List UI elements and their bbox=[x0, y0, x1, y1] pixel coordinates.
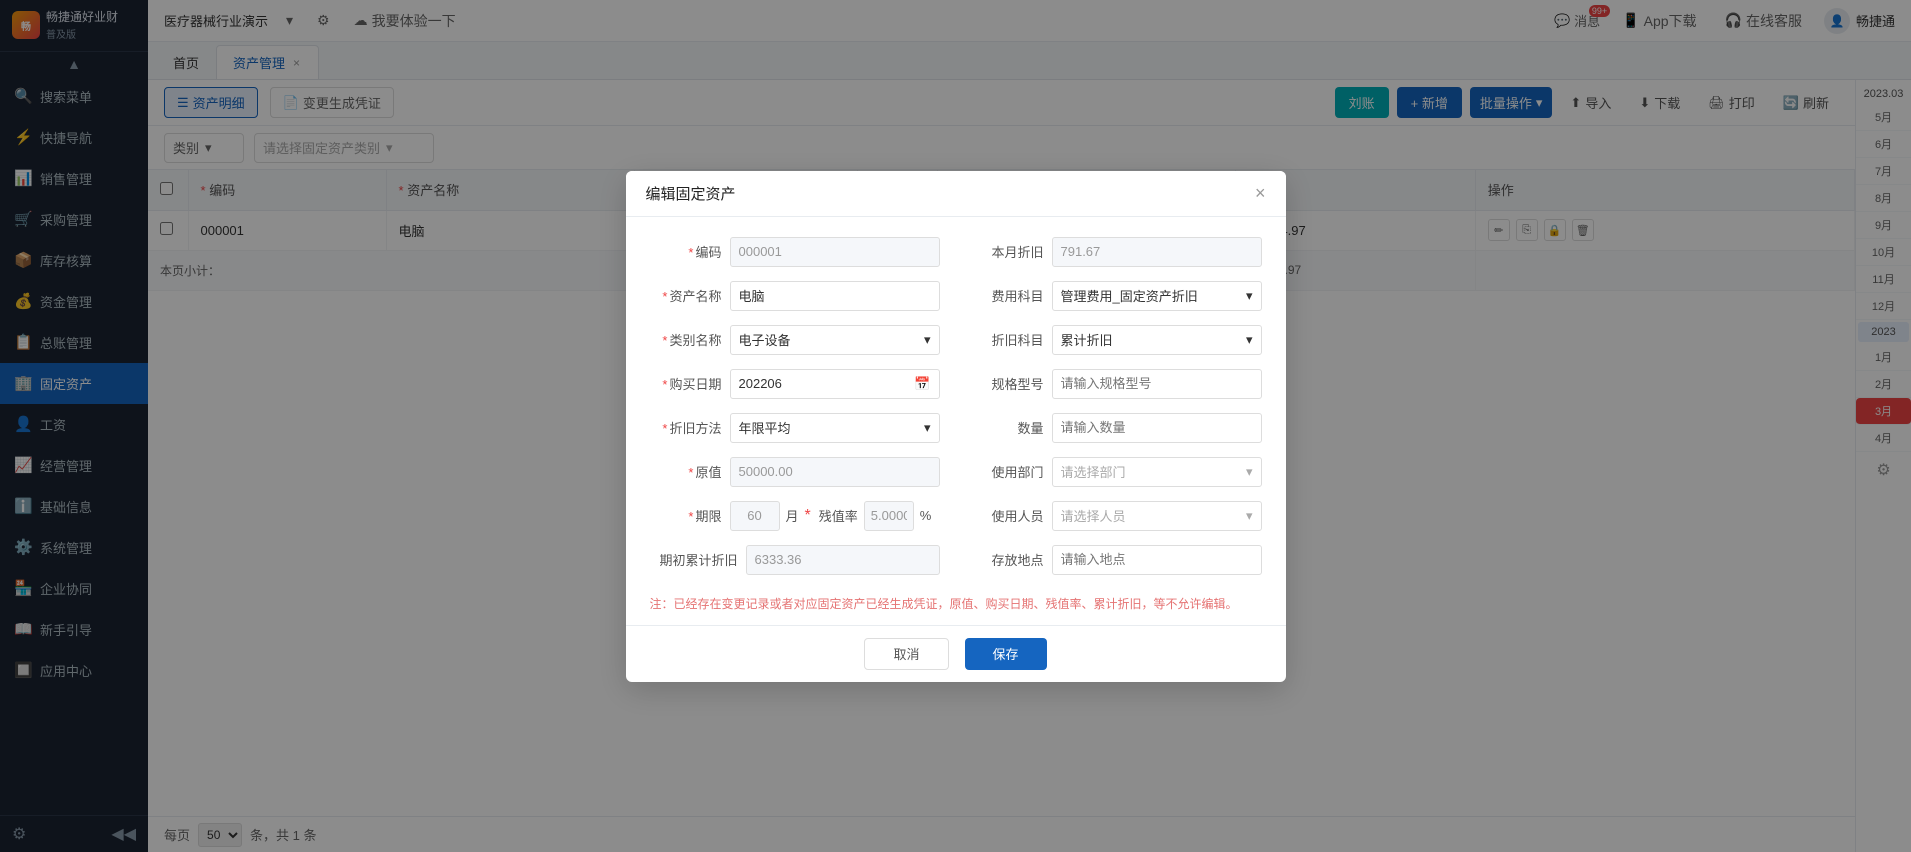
save-button[interactable]: 保存 bbox=[965, 638, 1047, 670]
calendar-icon: 📅 bbox=[914, 376, 930, 392]
dep-method-dropdown[interactable]: 年限平均 ▾ bbox=[730, 413, 940, 443]
modal-title: 编辑固定资产 bbox=[646, 183, 736, 204]
chevron-down-icon: ▾ bbox=[924, 332, 931, 348]
form-row-quantity: 数量 bbox=[972, 413, 1262, 443]
dep-subject-dropdown[interactable]: 累计折旧 ▾ bbox=[1052, 325, 1262, 355]
form-row-category: *类别名称 电子设备 ▾ bbox=[650, 325, 940, 355]
modal-footer: 取消 保存 bbox=[626, 625, 1286, 682]
initial-dep-input bbox=[746, 545, 940, 575]
location-input[interactable] bbox=[1052, 545, 1262, 575]
form-row-person: 使用人员 请选择人员 ▾ bbox=[972, 501, 1262, 531]
form-row-monthly-dep: 本月折旧 bbox=[972, 237, 1262, 267]
modal-note: 注：已经存在变更记录或者对应固定资产已经生成凭证，原值、购买日期、残值率、累计折… bbox=[626, 587, 1286, 625]
form-row-original-value: *原值 bbox=[650, 457, 940, 487]
chevron-down-icon5: ▾ bbox=[1246, 464, 1253, 480]
cancel-button[interactable]: 取消 bbox=[864, 638, 948, 670]
quantity-input[interactable] bbox=[1052, 413, 1262, 443]
residual-rate-input bbox=[864, 501, 914, 531]
original-value-input bbox=[730, 457, 940, 487]
form-row-model: 规格型号 bbox=[972, 369, 1262, 399]
department-dropdown[interactable]: 请选择部门 ▾ bbox=[1052, 457, 1262, 487]
asset-name-input[interactable] bbox=[730, 281, 940, 311]
form-row-asset-name: *资产名称 bbox=[650, 281, 940, 311]
chevron-down-icon4: ▾ bbox=[1246, 332, 1253, 348]
modal-header: 编辑固定资产 × bbox=[626, 171, 1286, 217]
model-input[interactable] bbox=[1052, 369, 1262, 399]
form-row-department: 使用部门 请选择部门 ▾ bbox=[972, 457, 1262, 487]
code-input bbox=[730, 237, 940, 267]
period-input bbox=[730, 501, 780, 531]
modal-overlay: 编辑固定资产 × *编码 *资产名称 *类别名称 bbox=[0, 0, 1911, 852]
edit-asset-modal: 编辑固定资产 × *编码 *资产名称 *类别名称 bbox=[626, 171, 1286, 682]
chevron-down-icon3: ▾ bbox=[1246, 288, 1253, 304]
category-dropdown[interactable]: 电子设备 ▾ bbox=[730, 325, 940, 355]
form-row-purchase-date: *购买日期 202206 📅 bbox=[650, 369, 940, 399]
chevron-down-icon6: ▾ bbox=[1246, 508, 1253, 524]
form-row-code: *编码 bbox=[650, 237, 940, 267]
expense-subject-dropdown[interactable]: 管理费用_固定资产折旧 ▾ bbox=[1052, 281, 1262, 311]
chevron-down-icon2: ▾ bbox=[924, 420, 931, 436]
modal-body: *编码 *资产名称 *类别名称 电子设备 ▾ bbox=[626, 217, 1286, 587]
form-row-dep-subject: 折旧科目 累计折旧 ▾ bbox=[972, 325, 1262, 355]
form-row-location: 存放地点 bbox=[972, 545, 1262, 575]
person-dropdown[interactable]: 请选择人员 ▾ bbox=[1052, 501, 1262, 531]
monthly-dep-input bbox=[1052, 237, 1262, 267]
form-row-dep-method: *折旧方法 年限平均 ▾ bbox=[650, 413, 940, 443]
purchase-date-input[interactable]: 202206 📅 bbox=[730, 369, 940, 399]
modal-close-btn[interactable]: × bbox=[1255, 183, 1266, 204]
form-row-expense-subject: 费用科目 管理费用_固定资产折旧 ▾ bbox=[972, 281, 1262, 311]
form-row-initial-dep: 期初累计折旧 bbox=[650, 545, 940, 575]
form-row-period: *期限 月 * 残值率 % bbox=[650, 501, 940, 531]
period-unit: 月 bbox=[786, 506, 799, 525]
